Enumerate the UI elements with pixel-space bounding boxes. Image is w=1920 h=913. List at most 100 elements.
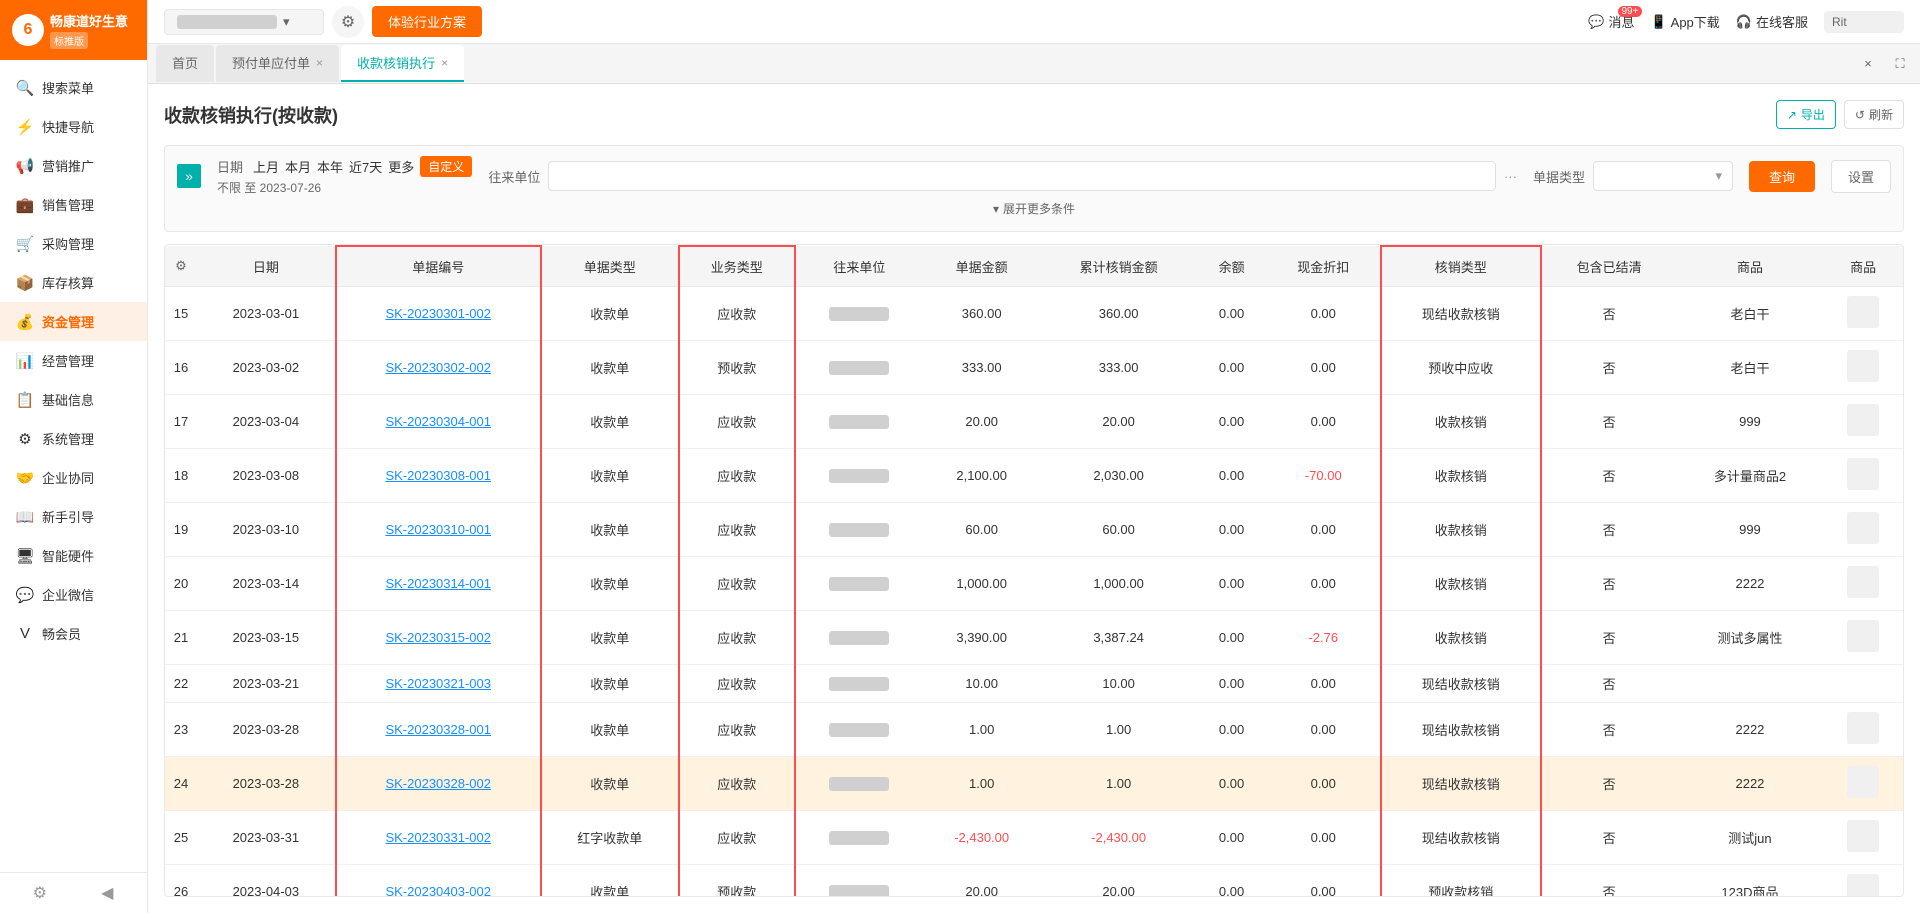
sidebar-item-库存核算[interactable]: 📦 库存核算 (0, 263, 147, 302)
blurred-unit (829, 361, 889, 375)
main-area: ▾ ⚙ 体验行业方案 💬 消息 99+ 📱 App下载 🎧 在线客服 Rit (148, 0, 1920, 913)
cell-balance: 0.00 (1197, 287, 1267, 341)
tab-writeoff-close[interactable]: × (441, 56, 448, 70)
product-image (1847, 296, 1879, 328)
order-no-link[interactable]: SK-20230302-002 (385, 360, 491, 375)
tab-home[interactable]: 首页 (156, 45, 214, 82)
date-this-year[interactable]: 本年 (317, 157, 343, 176)
sidebar-item-采购管理[interactable]: 🛒 采购管理 (0, 224, 147, 263)
cell-amount: 333.00 (923, 341, 1041, 395)
company-text (177, 15, 277, 29)
date-custom[interactable]: 自定义 (420, 156, 472, 177)
sidebar-icon: 🔍 (16, 79, 34, 97)
order-no-link[interactable]: SK-20230315-002 (385, 630, 491, 645)
order-no-link[interactable]: SK-20230328-001 (385, 722, 491, 737)
tab-prepay[interactable]: 预付单应付单 × (216, 45, 339, 82)
tab-writeoff[interactable]: 收款核销执行 × (341, 45, 464, 82)
type-select-chevron: ▾ (1715, 168, 1722, 184)
table-container: ⚙ 日期 单据编号 单据类型 业务类型 往来单位 单据金额 累计核销金额 余额 … (164, 244, 1904, 897)
order-no-link[interactable]: SK-20230301-002 (385, 306, 491, 321)
logo-name: 畅康道好生意 (50, 11, 128, 30)
sidebar-item-企业协同[interactable]: 🤝 企业协同 (0, 458, 147, 497)
industry-btn[interactable]: 体验行业方案 (372, 6, 482, 37)
refresh-btn[interactable]: ↺ 刷新 (1844, 100, 1904, 129)
header-settings-btn[interactable]: ⚙ (332, 6, 364, 38)
sidebar-item-新手引导[interactable]: 📖 新手引导 (0, 497, 147, 536)
filter-toggle-btn[interactable]: » (177, 164, 201, 188)
table-row: 21 2023-03-15 SK-20230315-002 收款单 应收款 3,… (165, 611, 1903, 665)
order-no-link[interactable]: SK-20230308-001 (385, 468, 491, 483)
cell-date: 2023-03-01 (197, 287, 336, 341)
sidebar-item-label: 企业协同 (42, 468, 94, 487)
company-selector[interactable]: ▾ (164, 9, 324, 35)
sidebar-item-快捷导航[interactable]: ⚡ 快捷导航 (0, 107, 147, 146)
col-included: 包含已结清 (1541, 246, 1677, 287)
cell-included: 否 (1541, 395, 1677, 449)
unit-input[interactable] (548, 161, 1496, 191)
filter-settings-btn[interactable]: 设置 (1831, 160, 1891, 193)
sidebar-icon: 📢 (16, 157, 34, 175)
app-download-btn[interactable]: 📱 App下载 (1650, 12, 1719, 31)
date-7days[interactable]: 近7天 (349, 157, 382, 176)
cell-included: 否 (1541, 449, 1677, 503)
date-prev-month[interactable]: 上月 (253, 157, 279, 176)
user-menu[interactable]: Rit (1824, 11, 1904, 33)
order-no-link[interactable]: SK-20230403-002 (385, 884, 491, 897)
cell-product: 老白干 (1677, 341, 1824, 395)
expand-more-btn[interactable]: ▾ 展开更多条件 (177, 196, 1891, 221)
cell-bill-type: 收款单 (541, 757, 679, 811)
sidebar-icon: ⚙ (16, 430, 34, 448)
order-no-link[interactable]: SK-20230321-003 (385, 676, 491, 691)
sidebar-item-营销推广[interactable]: 📢 营销推广 (0, 146, 147, 185)
sidebar-item-智能硬件[interactable]: 🖥 智能硬件 (0, 536, 147, 575)
cell-date: 2023-03-14 (197, 557, 336, 611)
cell-date: 2023-03-04 (197, 395, 336, 449)
cell-discount: 0.00 (1266, 287, 1381, 341)
cell-writeoff-type: 现结收款核销 (1381, 757, 1540, 811)
tab-maximize-btn[interactable]: ⛶ (1888, 52, 1912, 76)
sidebar-item-搜索菜单[interactable]: 🔍 搜索菜单 (0, 68, 147, 107)
cell-amount: 60.00 (923, 503, 1041, 557)
col-settings[interactable]: ⚙ (165, 246, 197, 287)
col-biz-type: 业务类型 (679, 246, 795, 287)
company-chevron-icon: ▾ (283, 14, 290, 30)
order-no-link[interactable]: SK-20230304-001 (385, 414, 491, 429)
cell-unit (795, 557, 923, 611)
date-more[interactable]: 更多 (388, 157, 414, 176)
cell-order-no: SK-20230331-002 (336, 811, 541, 865)
service-btn[interactable]: 🎧 在线客服 (1736, 12, 1808, 31)
query-btn[interactable]: 查询 (1749, 161, 1815, 192)
export-btn[interactable]: ↗ 导出 (1776, 100, 1836, 129)
sidebar-collapse-btn[interactable]: ◀ (78, 883, 138, 903)
tab-close-all-btn[interactable]: × (1856, 52, 1880, 76)
tab-prepay-close[interactable]: × (316, 56, 323, 70)
sidebar-item-销售管理[interactable]: 💼 销售管理 (0, 185, 147, 224)
order-no-link[interactable]: SK-20230331-002 (385, 830, 491, 845)
sidebar-item-企业微信[interactable]: 💬 企业微信 (0, 575, 147, 614)
sidebar-item-基础信息[interactable]: 📋 基础信息 (0, 380, 147, 419)
sidebar-item-经营管理[interactable]: 📊 经营管理 (0, 341, 147, 380)
sidebar-settings-btn[interactable]: ⚙ (10, 883, 70, 903)
cell-discount: 0.00 (1266, 703, 1381, 757)
refresh-icon: ↺ (1855, 108, 1865, 122)
cell-balance: 0.00 (1197, 449, 1267, 503)
sidebar-item-资金管理[interactable]: 💰 资金管理 (0, 302, 147, 341)
cell-product: 2222 (1677, 557, 1824, 611)
sidebar-icon: 💰 (16, 313, 34, 331)
order-no-link[interactable]: SK-20230314-001 (385, 576, 491, 591)
notification-btn[interactable]: 💬 消息 99+ (1588, 12, 1634, 31)
cell-unit (795, 503, 923, 557)
order-no-link[interactable]: SK-20230328-002 (385, 776, 491, 791)
sidebar-item-系统管理[interactable]: ⚙ 系统管理 (0, 419, 147, 458)
col-balance: 余额 (1197, 246, 1267, 287)
sidebar-item-畅会员[interactable]: V 畅会员 (0, 614, 147, 653)
type-select[interactable]: ▾ (1593, 161, 1733, 191)
cell-unit (795, 865, 923, 898)
cell-order-no: SK-20230310-001 (336, 503, 541, 557)
sidebar-bottom: ⚙ ◀ (0, 872, 147, 913)
blurred-unit (829, 677, 889, 691)
date-this-month[interactable]: 本月 (285, 157, 311, 176)
cell-product: 999 (1677, 503, 1824, 557)
cell-discount: 0.00 (1266, 811, 1381, 865)
order-no-link[interactable]: SK-20230310-001 (385, 522, 491, 537)
